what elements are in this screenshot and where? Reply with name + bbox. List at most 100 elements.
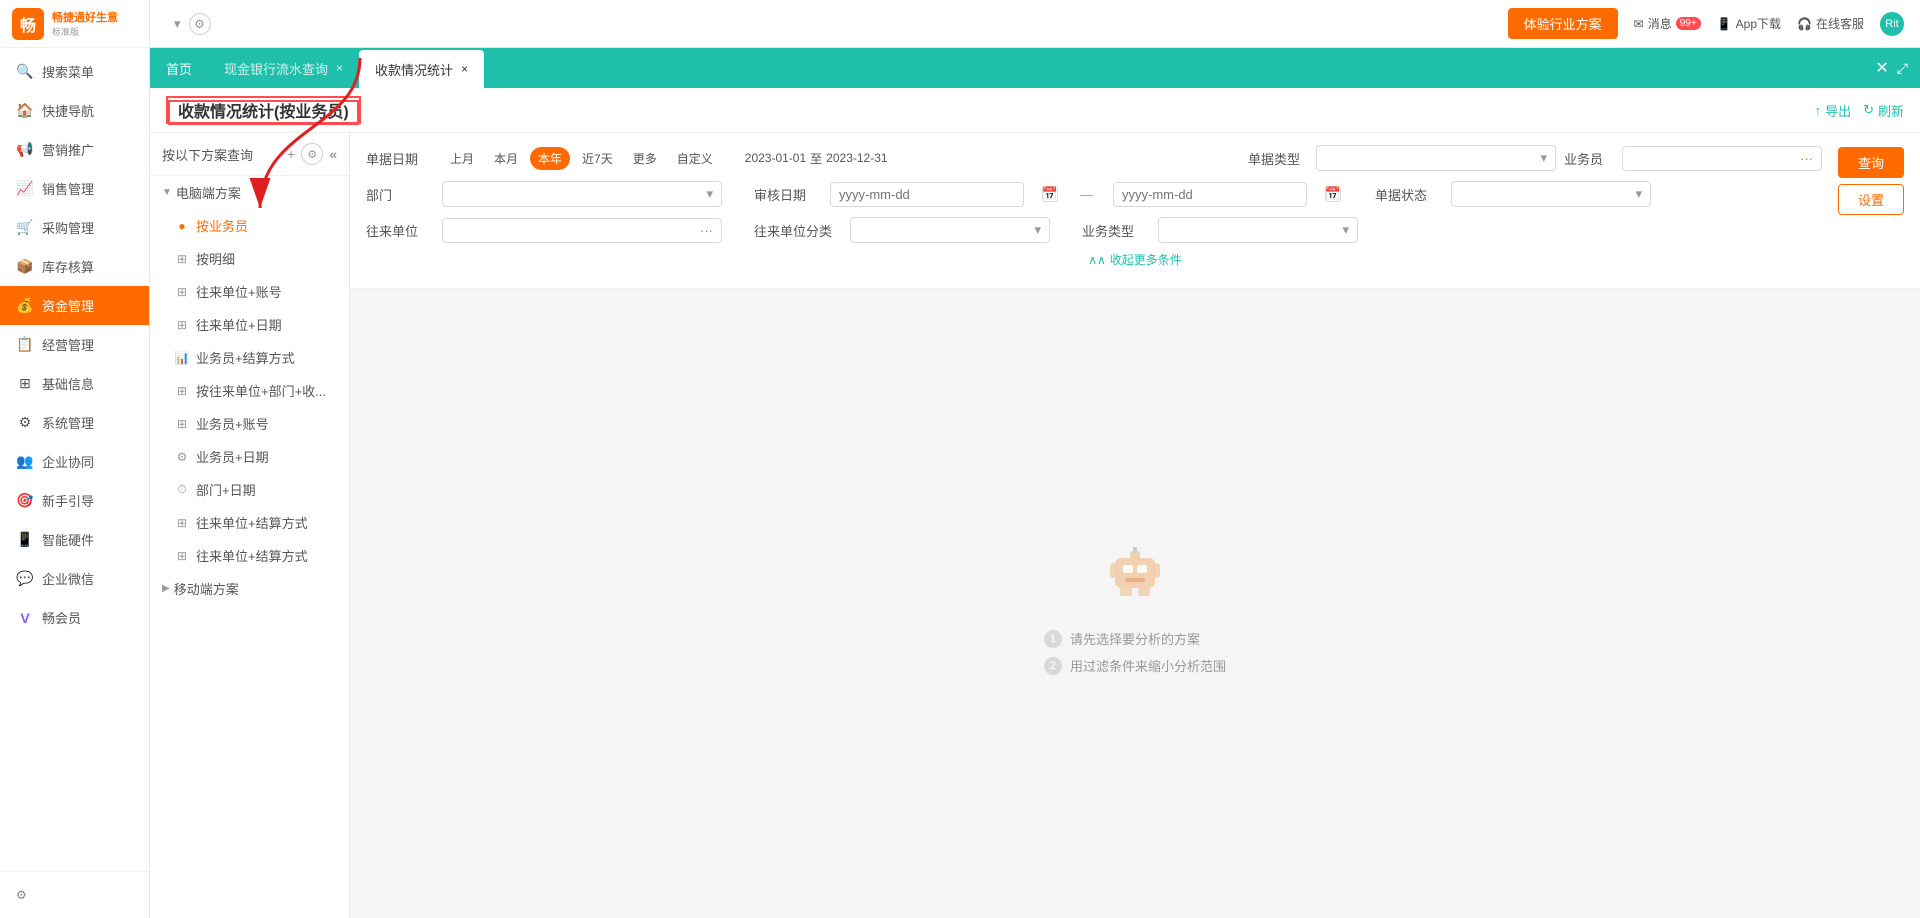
scheme-counterpart-payment1[interactable]: ⊞ 往来单位+结算方式 <box>158 506 349 539</box>
tab-close-window[interactable]: ✕ <box>1875 58 1888 78</box>
salesperson-select[interactable]: ··· <box>1622 146 1822 171</box>
review-date-start[interactable] <box>830 182 1024 207</box>
tab-home[interactable]: 首页 <box>150 48 208 88</box>
salesperson-account-icon: ⊞ <box>174 416 190 432</box>
content-area: 按以下方案查询 + ⚙ « ▼ 电脑端方案 ● 按业务员 ⊞ <box>150 133 1920 918</box>
query-btn-group: 查询 设置 <box>1838 147 1904 215</box>
counterpart-more-icon[interactable]: ··· <box>700 223 713 238</box>
sidebar-item-member[interactable]: V 畅会员 <box>0 598 149 637</box>
app-download-btn[interactable]: 📱 App下载 <box>1717 15 1781 32</box>
review-date-start-picker[interactable]: 📅 <box>1042 186 1058 202</box>
doc-type-select[interactable]: ▾ <box>1316 145 1556 171</box>
sidebar-footer: ⚙ <box>0 871 149 918</box>
scheme-by-salesperson[interactable]: ● 按业务员 <box>158 209 349 242</box>
tab-close-bank-flow[interactable]: × <box>336 61 343 75</box>
scheme-counterpart-date[interactable]: ⊞ 往来单位+日期 <box>158 308 349 341</box>
main-content: 收款情况统计(按业务员) ↑ 导出 ↻ 刷新 按以下方案查询 + ⚙ « <box>150 88 1920 918</box>
cc-chevron: ▾ <box>1034 222 1041 238</box>
trial-btn[interactable]: 体验行业方案 <box>1508 8 1618 39</box>
message-icon: ✉ <box>1634 17 1644 31</box>
header-dropdown-icon[interactable]: ▾ <box>174 16 181 32</box>
tab-bank-flow[interactable]: 现金银行流水查询 × <box>208 48 359 88</box>
mobile-group-arrow: ▶ <box>162 583 170 594</box>
export-btn[interactable]: ↑ 导出 <box>1815 101 1852 120</box>
date-tabs: 上月 本月 本年 近7天 更多 自定义 <box>442 147 721 170</box>
user-avatar[interactable]: Rit <box>1880 12 1904 36</box>
active-item-icon: ● <box>174 218 190 234</box>
search-icon: 🔍 <box>16 63 34 81</box>
collapse-panel-btn[interactable]: « <box>329 146 337 162</box>
scheme-dept-date[interactable]: ⏱ 部门+日期 <box>158 473 349 506</box>
counterpart-category-label: 往来单位分类 <box>754 221 834 240</box>
header-settings-btn[interactable]: ⚙ <box>189 13 211 35</box>
scheme-salesperson-account[interactable]: ⊞ 业务员+账号 <box>158 407 349 440</box>
page-title-box: 收款情况统计(按业务员) <box>166 96 361 124</box>
add-scheme-btn[interactable]: + <box>287 146 295 162</box>
collapse-more-btn[interactable]: ∧∧ 收起更多条件 <box>366 243 1904 276</box>
sidebar-item-search[interactable]: 🔍 搜索菜单 <box>0 52 149 91</box>
date-tab-lastmonth[interactable]: 上月 <box>442 147 482 170</box>
sidebar-footer-settings[interactable]: ⚙ <box>0 880 149 910</box>
scheme-salesperson-date[interactable]: ⚙ 业务员+日期 <box>158 440 349 473</box>
scheme-counterpart-dept[interactable]: ⊞ 按往来单位+部门+收... <box>158 374 349 407</box>
refresh-icon: ↻ <box>1863 102 1874 118</box>
doc-status-select[interactable]: ▾ <box>1451 181 1651 207</box>
sidebar-item-wechat[interactable]: 💬 企业微信 <box>0 559 149 598</box>
export-icon: ↑ <box>1815 103 1822 118</box>
salesperson-more-icon[interactable]: ··· <box>1800 151 1813 166</box>
review-date-end[interactable] <box>1113 182 1307 207</box>
header: ▾ ⚙ 体验行业方案 ✉ 消息 99+ 📱 App下载 🎧 在线客服 Rit <box>150 0 1920 48</box>
sidebar-item-purchase[interactable]: 🛒 采购管理 <box>0 208 149 247</box>
scheme-counterpart-account[interactable]: ⊞ 往来单位+账号 <box>158 275 349 308</box>
counterpart-category-select[interactable]: ▾ <box>850 217 1050 243</box>
filter-row-counterpart: 往来单位 ··· 往来单位分类 ▾ 业务类型 <box>366 217 1822 243</box>
biz-type-chevron: ▾ <box>1342 222 1349 238</box>
date-tab-thismonth[interactable]: 本月 <box>486 147 526 170</box>
query-btn[interactable]: 查询 <box>1838 147 1904 178</box>
sidebar-item-system[interactable]: ⚙ 系统管理 <box>0 403 149 442</box>
scheme-settings-btn[interactable]: ⚙ <box>301 143 323 165</box>
tab-collection-stats[interactable]: 收款情况统计 × <box>359 50 484 88</box>
tab-close-collection-stats[interactable]: × <box>461 62 468 76</box>
dept-select[interactable]: ▾ <box>442 181 722 207</box>
counterpart-account-icon: ⊞ <box>174 284 190 300</box>
empty-robot-icon <box>1095 533 1175 613</box>
sidebar-item-sales[interactable]: 📈 销售管理 <box>0 169 149 208</box>
tab-expand-icon[interactable]: ⤢ <box>1897 60 1908 77</box>
desktop-group-header[interactable]: ▼ 电脑端方案 <box>150 176 349 209</box>
inventory-icon: 📦 <box>16 258 34 276</box>
sidebar-item-hardware[interactable]: 📱 智能硬件 <box>0 520 149 559</box>
review-date-end-picker[interactable]: 📅 <box>1325 186 1341 202</box>
online-service-btn[interactable]: 🎧 在线客服 <box>1797 15 1864 32</box>
sidebar-item-marketing[interactable]: 📢 营销推广 <box>0 130 149 169</box>
sidebar-item-basic-info[interactable]: ⊞ 基础信息 <box>0 364 149 403</box>
set-btn[interactable]: 设置 <box>1838 184 1904 215</box>
sidebar-item-guide[interactable]: 🎯 新手引导 <box>0 481 149 520</box>
date-label: 单据日期 <box>366 149 426 168</box>
desktop-group-arrow: ▼ <box>162 187 172 198</box>
refresh-btn[interactable]: ↻ 刷新 <box>1863 101 1904 120</box>
sidebar-item-inventory[interactable]: 📦 库存核算 <box>0 247 149 286</box>
counterpart-select[interactable]: ··· <box>442 218 722 243</box>
scheme-salesperson-payment[interactable]: 📊 业务员+结算方式 <box>158 341 349 374</box>
counterpart-label: 往来单位 <box>366 221 426 240</box>
date-tab-7days[interactable]: 近7天 <box>574 147 621 170</box>
scheme-by-detail[interactable]: ⊞ 按明细 <box>158 242 349 275</box>
header-actions: 体验行业方案 ✉ 消息 99+ 📱 App下载 🎧 在线客服 Rit <box>1508 8 1904 39</box>
sidebar-item-collab[interactable]: 👥 企业协同 <box>0 442 149 481</box>
biz-type-select[interactable]: ▾ <box>1158 217 1358 243</box>
date-tab-custom[interactable]: 自定义 <box>669 147 721 170</box>
download-icon: 📱 <box>1717 17 1732 31</box>
sidebar-item-operations[interactable]: 📋 经营管理 <box>0 325 149 364</box>
sidebar-item-finance[interactable]: 💰 资金管理 <box>0 286 149 325</box>
scheme-counterpart-payment2[interactable]: ⊞ 往来单位+结算方式 <box>158 539 349 572</box>
sidebar: 畅 畅捷通好生意 标准版 🔍 搜索菜单 🏠 快捷导航 📢 营销推广 📈 销售管理… <box>0 0 150 918</box>
date-tab-thisyear[interactable]: 本年 <box>530 147 570 170</box>
date-tab-more[interactable]: 更多 <box>625 147 665 170</box>
wechat-icon: 💬 <box>16 570 34 588</box>
detail-icon: ⊞ <box>174 251 190 267</box>
mobile-group-header[interactable]: ▶ 移动端方案 <box>150 572 349 605</box>
sidebar-item-quicknav[interactable]: 🏠 快捷导航 <box>0 91 149 130</box>
user-icon: Rit <box>1880 12 1904 36</box>
messages-btn[interactable]: ✉ 消息 99+ <box>1634 15 1701 32</box>
